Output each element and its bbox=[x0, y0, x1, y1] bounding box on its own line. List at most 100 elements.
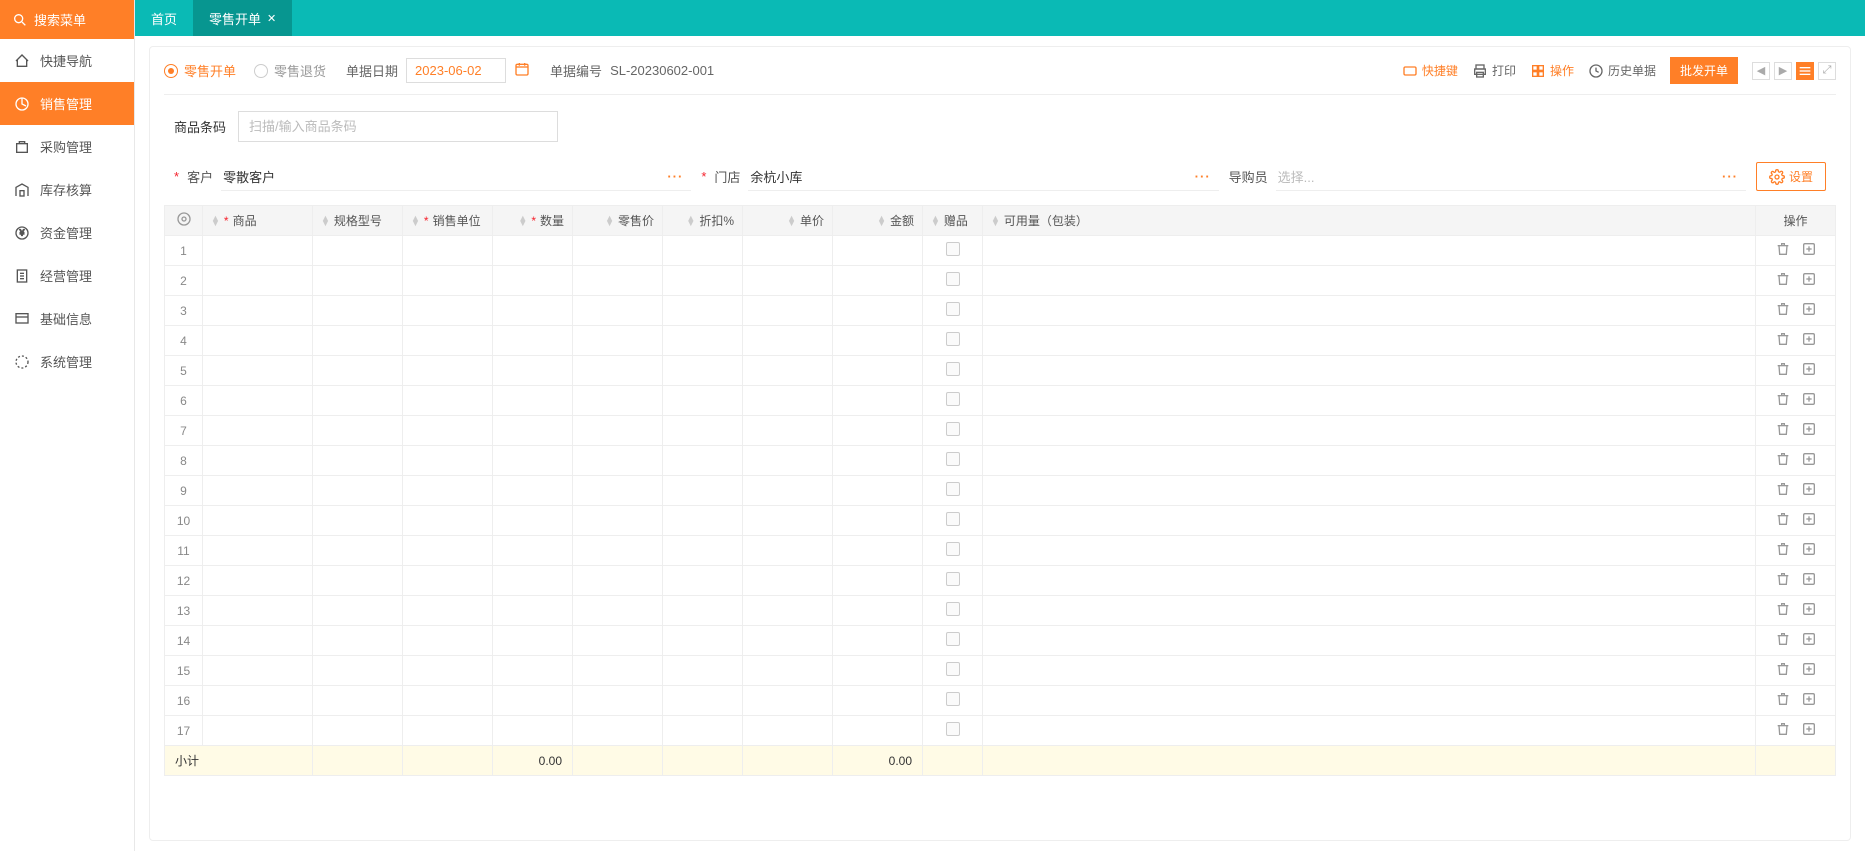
delete-row-button[interactable] bbox=[1775, 721, 1791, 740]
cell-qty[interactable] bbox=[493, 356, 573, 386]
search-menu-button[interactable]: 搜索菜单 bbox=[0, 0, 134, 39]
table-row[interactable]: 16 bbox=[165, 686, 1836, 716]
cell-qty[interactable] bbox=[493, 596, 573, 626]
add-row-button[interactable] bbox=[1801, 421, 1817, 440]
cell-spec[interactable] bbox=[313, 686, 403, 716]
cell-unit[interactable] bbox=[403, 716, 493, 746]
cell-qty[interactable] bbox=[493, 656, 573, 686]
cell-amount[interactable] bbox=[833, 296, 923, 326]
cell-spec[interactable] bbox=[313, 596, 403, 626]
cell-gift[interactable] bbox=[923, 476, 983, 506]
cell-product[interactable] bbox=[203, 266, 313, 296]
cell-amount[interactable] bbox=[833, 326, 923, 356]
cell-amount[interactable] bbox=[833, 506, 923, 536]
nav-item-6[interactable]: 基础信息 bbox=[0, 297, 134, 340]
cell-price[interactable] bbox=[743, 236, 833, 266]
cell-discount[interactable] bbox=[663, 536, 743, 566]
cell-amount[interactable] bbox=[833, 536, 923, 566]
tab-retail-order[interactable]: 零售开单 ✕ bbox=[193, 0, 292, 36]
cell-price[interactable] bbox=[743, 386, 833, 416]
cell-price[interactable] bbox=[743, 326, 833, 356]
cell-gift[interactable] bbox=[923, 446, 983, 476]
cell-gift[interactable] bbox=[923, 506, 983, 536]
cell-product[interactable] bbox=[203, 716, 313, 746]
cell-gift[interactable] bbox=[923, 566, 983, 596]
table-row[interactable]: 2 bbox=[165, 266, 1836, 296]
cell-amount[interactable] bbox=[833, 476, 923, 506]
cell-qty[interactable] bbox=[493, 266, 573, 296]
cell-product[interactable] bbox=[203, 296, 313, 326]
table-row[interactable]: 8 bbox=[165, 446, 1836, 476]
cell-unit[interactable] bbox=[403, 476, 493, 506]
delete-row-button[interactable] bbox=[1775, 511, 1791, 530]
cell-product[interactable] bbox=[203, 446, 313, 476]
barcode-input[interactable] bbox=[238, 111, 558, 142]
nav-item-5[interactable]: 经营管理 bbox=[0, 254, 134, 297]
cell-spec[interactable] bbox=[313, 566, 403, 596]
cell-retail[interactable] bbox=[573, 686, 663, 716]
cell-gift[interactable] bbox=[923, 716, 983, 746]
checkbox-icon[interactable] bbox=[946, 452, 960, 466]
col-gift[interactable]: ▲▼赠品 bbox=[923, 206, 983, 236]
history-button[interactable]: 历史单据 bbox=[1588, 62, 1656, 79]
cell-gift[interactable] bbox=[923, 296, 983, 326]
delete-row-button[interactable] bbox=[1775, 241, 1791, 260]
nav-item-2[interactable]: 采购管理 bbox=[0, 125, 134, 168]
delete-row-button[interactable] bbox=[1775, 661, 1791, 680]
add-row-button[interactable] bbox=[1801, 301, 1817, 320]
cell-amount[interactable] bbox=[833, 356, 923, 386]
delete-row-button[interactable] bbox=[1775, 631, 1791, 650]
checkbox-icon[interactable] bbox=[946, 572, 960, 586]
cell-qty[interactable] bbox=[493, 416, 573, 446]
cell-spec[interactable] bbox=[313, 536, 403, 566]
delete-row-button[interactable] bbox=[1775, 391, 1791, 410]
tab-home[interactable]: 首页 bbox=[135, 0, 193, 36]
cell-gift[interactable] bbox=[923, 356, 983, 386]
radio-retail-return[interactable]: 零售退货 bbox=[254, 61, 326, 80]
cell-price[interactable] bbox=[743, 356, 833, 386]
pager-prev-button[interactable]: ◀ bbox=[1752, 62, 1770, 80]
checkbox-icon[interactable] bbox=[946, 482, 960, 496]
cell-price[interactable] bbox=[743, 686, 833, 716]
cell-price[interactable] bbox=[743, 416, 833, 446]
col-product[interactable]: ▲▼*商品 bbox=[203, 206, 313, 236]
cell-retail[interactable] bbox=[573, 416, 663, 446]
ellipsis-icon[interactable]: ··· bbox=[1189, 169, 1217, 184]
checkbox-icon[interactable] bbox=[946, 362, 960, 376]
add-row-button[interactable] bbox=[1801, 601, 1817, 620]
cell-discount[interactable] bbox=[663, 266, 743, 296]
table-row[interactable]: 12 bbox=[165, 566, 1836, 596]
cell-unit[interactable] bbox=[403, 236, 493, 266]
cell-qty[interactable] bbox=[493, 326, 573, 356]
cell-amount[interactable] bbox=[833, 596, 923, 626]
cell-retail[interactable] bbox=[573, 296, 663, 326]
cell-spec[interactable] bbox=[313, 416, 403, 446]
cell-unit[interactable] bbox=[403, 506, 493, 536]
add-row-button[interactable] bbox=[1801, 241, 1817, 260]
delete-row-button[interactable] bbox=[1775, 541, 1791, 560]
radio-retail-order[interactable]: 零售开单 bbox=[164, 61, 236, 80]
pager-list-button[interactable] bbox=[1796, 62, 1814, 80]
cell-qty[interactable] bbox=[493, 686, 573, 716]
cell-spec[interactable] bbox=[313, 656, 403, 686]
cell-retail[interactable] bbox=[573, 536, 663, 566]
table-row[interactable]: 17 bbox=[165, 716, 1836, 746]
cell-product[interactable] bbox=[203, 686, 313, 716]
cell-amount[interactable] bbox=[833, 566, 923, 596]
cell-qty[interactable] bbox=[493, 536, 573, 566]
table-row[interactable]: 6 bbox=[165, 386, 1836, 416]
batch-order-button[interactable]: 批发开单 bbox=[1670, 57, 1738, 84]
cell-price[interactable] bbox=[743, 446, 833, 476]
cell-price[interactable] bbox=[743, 716, 833, 746]
table-row[interactable]: 7 bbox=[165, 416, 1836, 446]
cell-gift[interactable] bbox=[923, 236, 983, 266]
cell-gift[interactable] bbox=[923, 626, 983, 656]
cell-price[interactable] bbox=[743, 266, 833, 296]
add-row-button[interactable] bbox=[1801, 541, 1817, 560]
ellipsis-icon[interactable]: ··· bbox=[1716, 169, 1744, 184]
table-row[interactable]: 9 bbox=[165, 476, 1836, 506]
cell-spec[interactable] bbox=[313, 476, 403, 506]
cell-product[interactable] bbox=[203, 326, 313, 356]
cell-retail[interactable] bbox=[573, 326, 663, 356]
col-retail[interactable]: ▲▼零售价 bbox=[573, 206, 663, 236]
